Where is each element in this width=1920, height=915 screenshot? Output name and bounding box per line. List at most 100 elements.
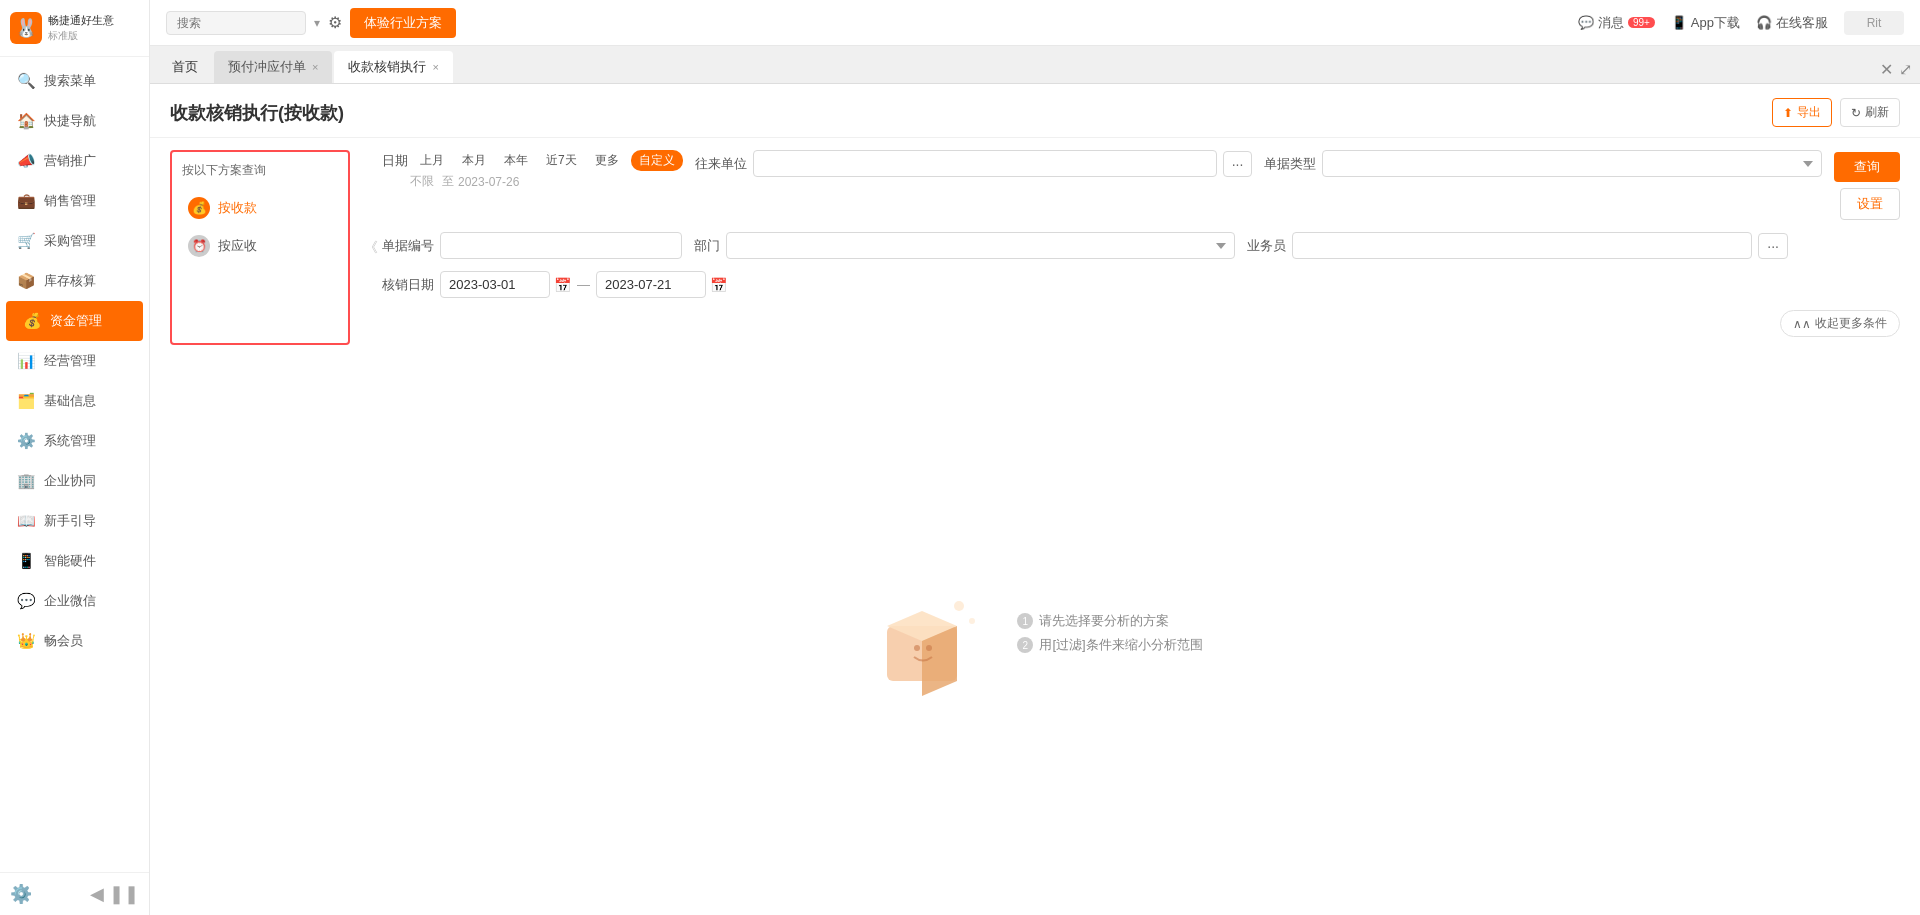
close-tab-btn[interactable]: ✕	[1880, 60, 1893, 79]
doc-num-label: 单据编号	[382, 237, 434, 255]
sidebar-item-inventory[interactable]: 📦 库存核算	[0, 261, 149, 301]
message-button[interactable]: 💬 消息 99+	[1578, 14, 1655, 32]
partner-input[interactable]	[753, 150, 1217, 177]
dept-select[interactable]	[726, 232, 1235, 259]
svg-point-5	[954, 601, 964, 611]
date-no-limit: 不限	[410, 173, 434, 190]
query-settings-button[interactable]: 设置	[1840, 188, 1900, 220]
page-header: 收款核销执行(按收款) ⬆ 导出 ↻ 刷新	[150, 84, 1920, 138]
tab-receipt-verify[interactable]: 收款核销执行 ×	[334, 51, 452, 83]
wechat-icon: 💬	[16, 591, 36, 611]
app-download-icon: 📱	[1671, 15, 1687, 30]
empty-hint-1: 1 请先选择要分析的方案	[1017, 612, 1202, 630]
inventory-icon: 📦	[16, 271, 36, 291]
search-menu-icon: 🔍	[16, 71, 36, 91]
sidebar-item-hardware[interactable]: 📱 智能硬件	[0, 541, 149, 581]
verify-date-start-calendar-icon[interactable]: 📅	[554, 277, 571, 293]
empty-hint-2: 2 用[过滤]条件来缩小分析范围	[1017, 636, 1202, 654]
hardware-icon: 📱	[16, 551, 36, 571]
page-content: 收款核销执行(按收款) ⬆ 导出 ↻ 刷新 按以下方案查询 💰 按收款	[150, 84, 1920, 915]
empty-svg-illustration	[867, 576, 987, 696]
sidebar-menu: 🔍 搜索菜单 🏠 快捷导航 📣 营销推广 💼 销售管理 🛒 采购管理 📦 库存核…	[0, 57, 149, 872]
sidebar-item-member[interactable]: 👑 畅会员	[0, 621, 149, 661]
verify-date-start-wrapper: 2023-03-01 📅	[440, 271, 571, 298]
tab-controls: ✕ ⤢	[1880, 60, 1912, 83]
date-value: 2023-07-26	[458, 175, 519, 189]
query-button[interactable]: 查询	[1834, 152, 1900, 182]
sidebar-item-wechat[interactable]: 💬 企业微信	[0, 581, 149, 621]
tab-prepay[interactable]: 预付冲应付单 ×	[214, 51, 332, 83]
message-badge: 99+	[1628, 17, 1655, 28]
chevron-up-icon: ∧∧	[1793, 317, 1811, 331]
svg-point-4	[926, 645, 932, 651]
sidebar-item-quick-nav[interactable]: 🏠 快捷导航	[0, 101, 149, 141]
collapse-sidebar-icon[interactable]: ◀ ❚❚	[90, 883, 139, 905]
filter-section: 按以下方案查询 💰 按收款 ⏰ 按应收 《	[150, 138, 1920, 357]
sidebar-bottom: ⚙️ ◀ ❚❚	[0, 872, 149, 915]
salesperson-label: 业务员	[1247, 237, 1286, 255]
date-shortcut-this-year[interactable]: 本年	[498, 150, 534, 171]
partner-ellipsis-button[interactable]: ···	[1223, 151, 1253, 177]
verify-date-start-input[interactable]: 2023-03-01	[440, 271, 550, 298]
online-service-button[interactable]: 🎧 在线客服	[1756, 14, 1828, 32]
home-icon: 🏠	[16, 111, 36, 131]
export-icon: ⬆	[1783, 106, 1793, 120]
salesperson-ellipsis-button[interactable]: ···	[1758, 233, 1788, 259]
date-shortcut-last-month[interactable]: 上月	[414, 150, 450, 171]
breadcrumb-search[interactable]	[166, 11, 306, 35]
sidebar-item-enterprise[interactable]: 🏢 企业协同	[0, 461, 149, 501]
sidebar-item-marketing[interactable]: 📣 营销推广	[0, 141, 149, 181]
sidebar-item-operations[interactable]: 📊 经营管理	[0, 341, 149, 381]
receipt-verify-tab-label: 收款核销执行	[348, 58, 426, 76]
sidebar-item-basic[interactable]: 🗂️ 基础信息	[0, 381, 149, 421]
verify-date-end-calendar-icon[interactable]: 📅	[710, 277, 727, 293]
doc-num-input[interactable]	[440, 232, 682, 259]
date-custom-badge[interactable]: 自定义	[631, 150, 683, 171]
sidebar-logo: 🐰 畅捷通好生意 标准版	[0, 0, 149, 57]
date-shortcut-more[interactable]: 更多	[589, 150, 625, 171]
date-to-text: 至	[442, 173, 454, 190]
date-shortcut-this-month[interactable]: 本月	[456, 150, 492, 171]
date-shortcut-7days[interactable]: 近7天	[540, 150, 583, 171]
header-left: ▾ ⚙ 体验行业方案	[166, 8, 456, 38]
doc-type-select[interactable]	[1322, 150, 1822, 177]
svg-point-3	[914, 645, 920, 651]
sidebar-item-finance[interactable]: 💰 资金管理	[6, 301, 143, 341]
refresh-button[interactable]: ↻ 刷新	[1840, 98, 1900, 127]
step-1-badge: 1	[1017, 613, 1033, 629]
more-conditions-button[interactable]: ∧∧ 收起更多条件	[1780, 310, 1900, 337]
filter-option-by-receivable[interactable]: ⏰ 按应收	[182, 227, 338, 265]
verify-date-end-input[interactable]: 2023-07-21	[596, 271, 706, 298]
basic-icon: 🗂️	[16, 391, 36, 411]
receipt-filter-icon: 💰	[188, 197, 210, 219]
receipt-verify-tab-close-icon[interactable]: ×	[432, 61, 438, 73]
expand-tab-btn[interactable]: ⤢	[1899, 60, 1912, 79]
tab-home[interactable]: 首页	[158, 51, 212, 83]
sidebar-item-system[interactable]: ⚙️ 系统管理	[0, 421, 149, 461]
export-button[interactable]: ⬆ 导出	[1772, 98, 1832, 127]
settings-bottom-icon[interactable]: ⚙️	[10, 883, 32, 905]
sidebar-item-purchase[interactable]: 🛒 采购管理	[0, 221, 149, 261]
user-avatar[interactable]: Rit	[1844, 11, 1904, 35]
filter-panel: 按以下方案查询 💰 按收款 ⏰ 按应收	[170, 150, 350, 345]
settings-gear-icon[interactable]: ⚙	[328, 13, 342, 32]
tab-bar: 首页 预付冲应付单 × 收款核销执行 × ✕ ⤢	[150, 46, 1920, 84]
sidebar: 🐰 畅捷通好生意 标准版 🔍 搜索菜单 🏠 快捷导航 📣 营销推广 💼 销售管理…	[0, 0, 150, 915]
prepay-tab-close-icon[interactable]: ×	[312, 61, 318, 73]
empty-state: 1 请先选择要分析的方案 2 用[过滤]条件来缩小分析范围	[150, 357, 1920, 915]
sidebar-item-search[interactable]: 🔍 搜索菜单	[0, 61, 149, 101]
finance-icon: 💰	[22, 311, 42, 331]
more-conditions-bar: ∧∧ 收起更多条件	[382, 306, 1900, 345]
sidebar-item-tutorial[interactable]: 📖 新手引导	[0, 501, 149, 541]
salesperson-input[interactable]	[1292, 232, 1752, 259]
partner-label: 往来单位	[695, 155, 747, 173]
empty-text: 1 请先选择要分析的方案 2 用[过滤]条件来缩小分析范围	[1017, 612, 1202, 660]
breadcrumb-chevron-icon[interactable]: ▾	[314, 16, 320, 30]
app-download-button[interactable]: 📱 App下载	[1671, 14, 1740, 32]
collapse-filter-button[interactable]: 《	[360, 150, 382, 345]
industry-solution-button[interactable]: 体验行业方案	[350, 8, 456, 38]
filter-option-by-receipt[interactable]: 💰 按收款	[182, 189, 338, 227]
sidebar-item-sales[interactable]: 💼 销售管理	[0, 181, 149, 221]
empty-state-content: 1 请先选择要分析的方案 2 用[过滤]条件来缩小分析范围	[867, 576, 1202, 696]
doc-type-label: 单据类型	[1264, 155, 1316, 173]
